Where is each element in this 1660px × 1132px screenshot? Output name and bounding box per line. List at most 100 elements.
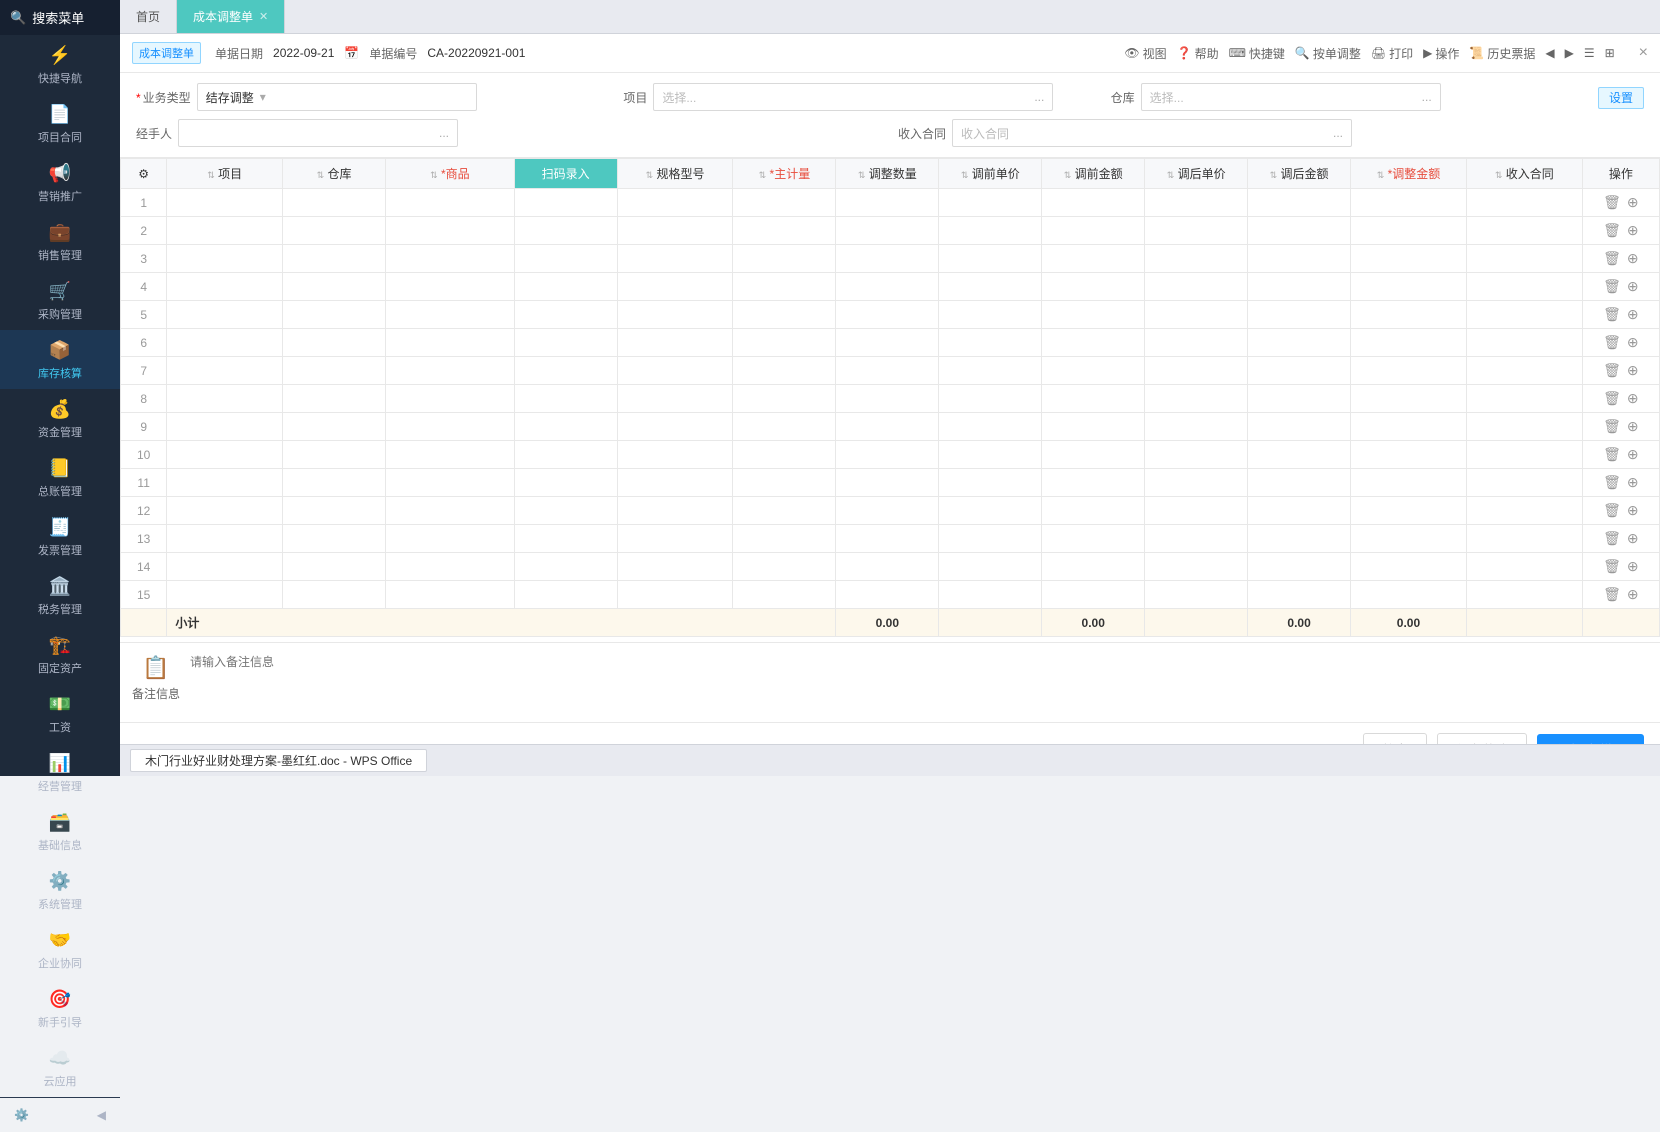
cell-prev-amount-14[interactable] [1042, 553, 1145, 581]
sidebar-item-purchase-mgmt[interactable]: 🛒采购管理 [0, 271, 120, 330]
cell-project-8[interactable] [167, 385, 283, 413]
cell-income-2[interactable] [1466, 217, 1582, 245]
cell-new-price-15[interactable] [1145, 581, 1248, 609]
cell-adj-amount-2[interactable] [1351, 217, 1467, 245]
cell-adj-amount-10[interactable] [1351, 441, 1467, 469]
cell-prev-amount-9[interactable] [1042, 413, 1145, 441]
cell-spec-7[interactable] [617, 357, 733, 385]
cell-new-amount-13[interactable] [1248, 525, 1351, 553]
cell-prev-price-6[interactable] [939, 329, 1042, 357]
sidebar-item-tax-mgmt[interactable]: 🏛️税务管理 [0, 566, 120, 625]
th-product[interactable]: ⇅ *商品 [386, 159, 515, 189]
cell-prev-price-5[interactable] [939, 301, 1042, 329]
cell-scan-8[interactable] [514, 385, 617, 413]
sidebar-item-cloud-apps[interactable]: ☁️云应用 [0, 1038, 120, 1097]
cell-project-15[interactable] [167, 581, 283, 609]
biz-type-input[interactable]: 结存调整 ▾ [197, 83, 477, 111]
cell-unit-7[interactable] [733, 357, 836, 385]
cell-product-14[interactable] [386, 553, 515, 581]
copy-row-14-icon[interactable]: ⊕ [1627, 558, 1639, 575]
cell-unit-14[interactable] [733, 553, 836, 581]
cell-new-price-10[interactable] [1145, 441, 1248, 469]
cell-new-amount-9[interactable] [1248, 413, 1351, 441]
th-prev-amount[interactable]: ⇅ 调前金额 [1042, 159, 1145, 189]
cell-spec-14[interactable] [617, 553, 733, 581]
layout-icon2[interactable]: ⊞ [1605, 46, 1615, 60]
cell-project-9[interactable] [167, 413, 283, 441]
cell-new-price-3[interactable] [1145, 245, 1248, 273]
cell-prev-price-1[interactable] [939, 189, 1042, 217]
taskbar-item[interactable]: 木门行业好业财处理方案-墨红红.doc - WPS Office [130, 749, 427, 772]
cell-spec-6[interactable] [617, 329, 733, 357]
cell-qty-4[interactable] [836, 273, 939, 301]
cell-product-10[interactable] [386, 441, 515, 469]
cell-unit-11[interactable] [733, 469, 836, 497]
th-warehouse[interactable]: ⇅ 仓库 [283, 159, 386, 189]
cell-new-amount-6[interactable] [1248, 329, 1351, 357]
delete-row-5-icon[interactable]: 🗑 [1603, 306, 1621, 323]
cell-new-price-8[interactable] [1145, 385, 1248, 413]
cell-warehouse-11[interactable] [283, 469, 386, 497]
sidebar-item-project-contract[interactable]: 📄项目合同 [0, 94, 120, 153]
cell-new-price-6[interactable] [1145, 329, 1248, 357]
cell-new-amount-3[interactable] [1248, 245, 1351, 273]
delete-row-14-icon[interactable]: 🗑 [1603, 558, 1621, 575]
delete-row-13-icon[interactable]: 🗑 [1603, 530, 1621, 547]
cell-prev-price-13[interactable] [939, 525, 1042, 553]
delete-row-12-icon[interactable]: 🗑 [1603, 502, 1621, 519]
cell-spec-8[interactable] [617, 385, 733, 413]
notes-input[interactable] [190, 651, 1648, 669]
th-new-price[interactable]: ⇅ 调后单价 [1145, 159, 1248, 189]
cell-warehouse-10[interactable] [283, 441, 386, 469]
cell-new-amount-4[interactable] [1248, 273, 1351, 301]
cell-scan-3[interactable] [514, 245, 617, 273]
copy-row-13-icon[interactable]: ⊕ [1627, 530, 1639, 547]
cell-new-amount-7[interactable] [1248, 357, 1351, 385]
cell-qty-11[interactable] [836, 469, 939, 497]
cell-prev-price-2[interactable] [939, 217, 1042, 245]
cell-scan-5[interactable] [514, 301, 617, 329]
cell-scan-11[interactable] [514, 469, 617, 497]
income-contract-input[interactable]: 收入合同 ... [952, 119, 1352, 147]
tab-close-cost-adjust[interactable]: ✕ [259, 10, 268, 23]
cell-income-12[interactable] [1466, 497, 1582, 525]
cell-scan-7[interactable] [514, 357, 617, 385]
delete-row-7-icon[interactable]: 🗑 [1603, 362, 1621, 379]
cell-qty-6[interactable] [836, 329, 939, 357]
cell-income-10[interactable] [1466, 441, 1582, 469]
cell-new-price-7[interactable] [1145, 357, 1248, 385]
cell-spec-5[interactable] [617, 301, 733, 329]
cell-new-price-14[interactable] [1145, 553, 1248, 581]
cell-adj-amount-13[interactable] [1351, 525, 1467, 553]
cell-project-11[interactable] [167, 469, 283, 497]
copy-row-5-icon[interactable]: ⊕ [1627, 306, 1639, 323]
cell-warehouse-2[interactable] [283, 217, 386, 245]
cell-adj-amount-6[interactable] [1351, 329, 1467, 357]
cell-warehouse-9[interactable] [283, 413, 386, 441]
view-btn[interactable]: 👁 视图 [1124, 45, 1166, 62]
cell-qty-15[interactable] [836, 581, 939, 609]
cell-project-13[interactable] [167, 525, 283, 553]
cell-product-11[interactable] [386, 469, 515, 497]
cell-prev-amount-12[interactable] [1042, 497, 1145, 525]
th-project[interactable]: ⇅ 项目 [167, 159, 283, 189]
cell-project-12[interactable] [167, 497, 283, 525]
form-close-button[interactable]: × [1639, 44, 1648, 62]
th-settings[interactable]: ⚙ [121, 159, 167, 189]
copy-row-12-icon[interactable]: ⊕ [1627, 502, 1639, 519]
cell-prev-price-7[interactable] [939, 357, 1042, 385]
cell-adj-amount-5[interactable] [1351, 301, 1467, 329]
cell-product-15[interactable] [386, 581, 515, 609]
cell-new-amount-8[interactable] [1248, 385, 1351, 413]
cell-warehouse-8[interactable] [283, 385, 386, 413]
cell-warehouse-1[interactable] [283, 189, 386, 217]
cell-project-5[interactable] [167, 301, 283, 329]
cell-adj-amount-4[interactable] [1351, 273, 1467, 301]
sidebar-item-ledger-mgmt[interactable]: 📒总账管理 [0, 448, 120, 507]
nav-next-icon[interactable]: ▶ [1565, 46, 1574, 60]
delete-row-1-icon[interactable]: 🗑 [1603, 194, 1621, 211]
cell-product-6[interactable] [386, 329, 515, 357]
help-btn[interactable]: ❓ 帮助 [1177, 45, 1219, 62]
cell-product-13[interactable] [386, 525, 515, 553]
cell-income-8[interactable] [1466, 385, 1582, 413]
